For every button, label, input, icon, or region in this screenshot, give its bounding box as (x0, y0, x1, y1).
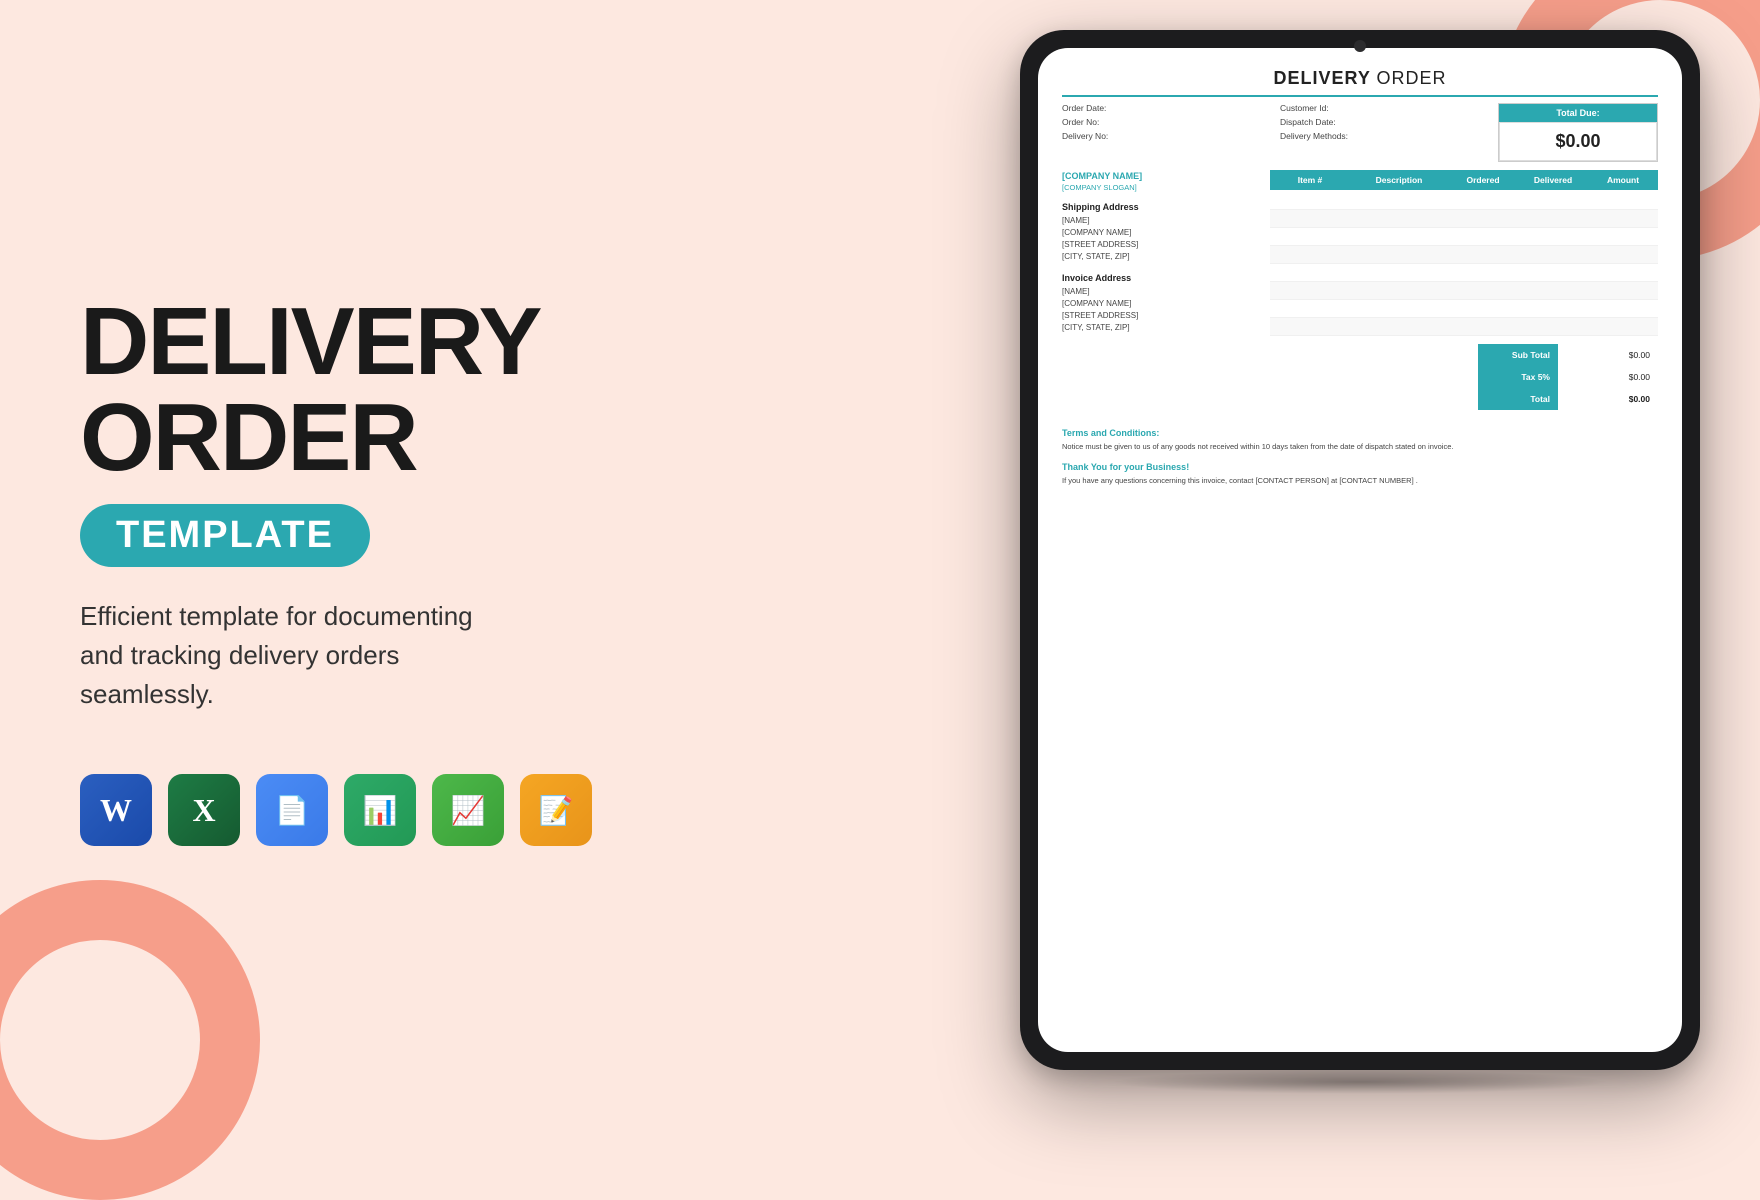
app-icon-docs: 📄 (256, 774, 328, 846)
th-ordered: Ordered (1448, 175, 1518, 185)
terms-title: Terms and Conditions: (1062, 428, 1658, 438)
th-description: Description (1350, 175, 1448, 185)
total-due-value: $0.00 (1499, 122, 1657, 161)
description-text: Efficient template for documenting and t… (80, 597, 500, 714)
doc-title: DELIVERY ORDER (1062, 68, 1658, 89)
title-line1: DELIVERY (80, 294, 600, 390)
shipping-name: [NAME] (1062, 215, 1262, 227)
subtotal-value: $0.00 (1558, 348, 1658, 362)
terms-section: Terms and Conditions: Notice must be giv… (1062, 428, 1658, 452)
shipping-title: Shipping Address (1062, 202, 1262, 212)
app-icon-word: W (80, 774, 152, 846)
title-line2: ORDER (80, 390, 600, 486)
invoice-company: [COMPANY NAME] (1062, 298, 1262, 310)
delivery-no-label: Delivery No: (1062, 131, 1108, 141)
dispatch-date-label: Dispatch Date: (1280, 117, 1336, 127)
total-value: $0.00 (1558, 392, 1658, 406)
total-label: Total (1478, 388, 1558, 410)
main-title: DELIVERY ORDER (80, 294, 600, 486)
tax-value: $0.00 (1558, 370, 1658, 384)
shipping-street: [STREET ADDRESS] (1062, 239, 1262, 251)
thank-you-title: Thank You for your Business! (1062, 462, 1658, 472)
table-row (1270, 210, 1658, 228)
invoice-title: Invoice Address (1062, 273, 1262, 283)
customer-id-label: Customer Id: (1280, 103, 1329, 113)
app-icon-sheets: 📊 (344, 774, 416, 846)
total-row: Total $0.00 (1478, 388, 1658, 410)
table-row (1270, 318, 1658, 336)
order-date-label: Order Date: (1062, 103, 1106, 113)
company-slogan: [COMPANY SLOGAN] (1062, 183, 1262, 192)
table-row (1270, 228, 1658, 246)
left-info: [COMPANY NAME] [COMPANY SLOGAN] Shipping… (1062, 170, 1262, 420)
table-header: Item # Description Ordered Delivered Amo… (1270, 170, 1658, 190)
totals-table: Sub Total $0.00 Tax 5% $0.00 Total $0.00 (1478, 344, 1658, 410)
app-icon-numbers: 📈 (432, 774, 504, 846)
company-name: [COMPANY NAME] (1062, 170, 1262, 183)
meta-col-left: Order Date: Order No: Delivery No: (1062, 103, 1280, 162)
table-row (1270, 282, 1658, 300)
thank-you-section: Thank You for your Business! If you have… (1062, 462, 1658, 486)
doc-title-row: DELIVERY ORDER (1062, 68, 1658, 97)
th-delivered: Delivered (1518, 175, 1588, 185)
dispatch-date-field: Dispatch Date: (1280, 117, 1498, 127)
tax-row: Tax 5% $0.00 (1478, 366, 1658, 388)
content-split: [COMPANY NAME] [COMPANY SLOGAN] Shipping… (1062, 170, 1658, 420)
title-bold: DELIVERY (1273, 68, 1370, 88)
badge-label: TEMPLATE (116, 514, 334, 556)
right-table: Item # Description Ordered Delivered Amo… (1270, 170, 1658, 420)
customer-id-field: Customer Id: (1280, 103, 1498, 113)
shipping-city: [CITY, STATE, ZIP] (1062, 251, 1262, 263)
invoice-name: [NAME] (1062, 286, 1262, 298)
total-due-header: Total Due: (1499, 104, 1657, 122)
tablet-outer: DELIVERY ORDER Order Date: Order No: (1020, 30, 1700, 1070)
delivery-methods-label: Delivery Methods: (1280, 131, 1348, 141)
tablet-shadow (1110, 1070, 1610, 1094)
app-icon-excel: X (168, 774, 240, 846)
total-due-box: Total Due: $0.00 (1498, 103, 1658, 162)
terms-text: Notice must be given to us of any goods … (1062, 441, 1658, 452)
thank-you-text: If you have any questions concerning thi… (1062, 475, 1658, 486)
meta-section: Order Date: Order No: Delivery No: Custo… (1062, 103, 1658, 162)
th-item: Item # (1270, 175, 1350, 185)
template-badge: TEMPLATE (80, 504, 370, 567)
document: DELIVERY ORDER Order Date: Order No: (1038, 48, 1682, 1052)
order-no-label: Order No: (1062, 117, 1099, 127)
tablet-screen: DELIVERY ORDER Order Date: Order No: (1038, 48, 1682, 1052)
app-icons-row: W X 📄 📊 📈 📝 (80, 774, 600, 846)
delivery-methods-field: Delivery Methods: (1280, 131, 1498, 141)
table-row (1270, 300, 1658, 318)
invoice-city: [CITY, STATE, ZIP] (1062, 322, 1262, 334)
order-date-field: Order Date: (1062, 103, 1280, 113)
th-amount: Amount (1588, 175, 1658, 185)
shipping-company: [COMPANY NAME] (1062, 227, 1262, 239)
table-row (1270, 264, 1658, 282)
app-icon-pages: 📝 (520, 774, 592, 846)
subtotal-row: Sub Total $0.00 (1478, 344, 1658, 366)
subtotal-label: Sub Total (1478, 344, 1558, 366)
delivery-no-field: Delivery No: (1062, 131, 1280, 141)
tablet-device: DELIVERY ORDER Order Date: Order No: (1020, 30, 1700, 1110)
totals-section: Sub Total $0.00 Tax 5% $0.00 Total $0.00 (1270, 344, 1658, 410)
table-row (1270, 246, 1658, 264)
table-rows (1270, 192, 1658, 336)
tax-label: Tax 5% (1478, 366, 1558, 388)
order-no-field: Order No: (1062, 117, 1280, 127)
invoice-street: [STREET ADDRESS] (1062, 310, 1262, 322)
table-row (1270, 192, 1658, 210)
title-light: ORDER (1377, 68, 1447, 88)
left-panel: DELIVERY ORDER TEMPLATE Efficient templa… (80, 0, 600, 1140)
meta-col-mid: Customer Id: Dispatch Date: Delivery Met… (1280, 103, 1498, 162)
